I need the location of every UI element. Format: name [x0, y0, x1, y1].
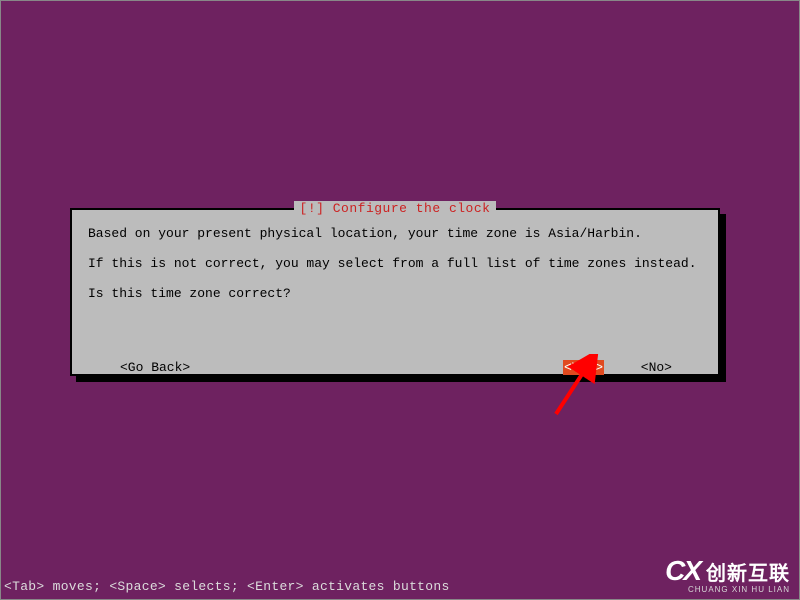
dialog-title: [!] Configure the clock: [294, 201, 497, 216]
dialog-body: Based on your present physical location,…: [72, 210, 718, 324]
watermark-logo-initials: CX: [665, 555, 700, 587]
go-back-button[interactable]: <Go Back>: [120, 360, 190, 375]
dialog-text-line-1: Based on your present physical location,…: [88, 224, 702, 244]
dialog-text-line-2: If this is not correct, you may select f…: [88, 254, 702, 274]
keyboard-hint: <Tab> moves; <Space> selects; <Enter> ac…: [4, 579, 450, 594]
configure-clock-dialog: [!] Configure the clock Based on your pr…: [70, 208, 720, 376]
no-button[interactable]: <No>: [641, 360, 672, 375]
dialog-title-wrap: [!] Configure the clock: [72, 201, 718, 216]
dialog-text-line-3: Is this time zone correct?: [88, 284, 702, 304]
watermark-cn-text: 创新互联: [706, 557, 790, 586]
watermark: CX 创新互联 CHUANG XIN HU LIAN: [665, 555, 790, 594]
yes-button[interactable]: <Yes>: [563, 360, 604, 375]
